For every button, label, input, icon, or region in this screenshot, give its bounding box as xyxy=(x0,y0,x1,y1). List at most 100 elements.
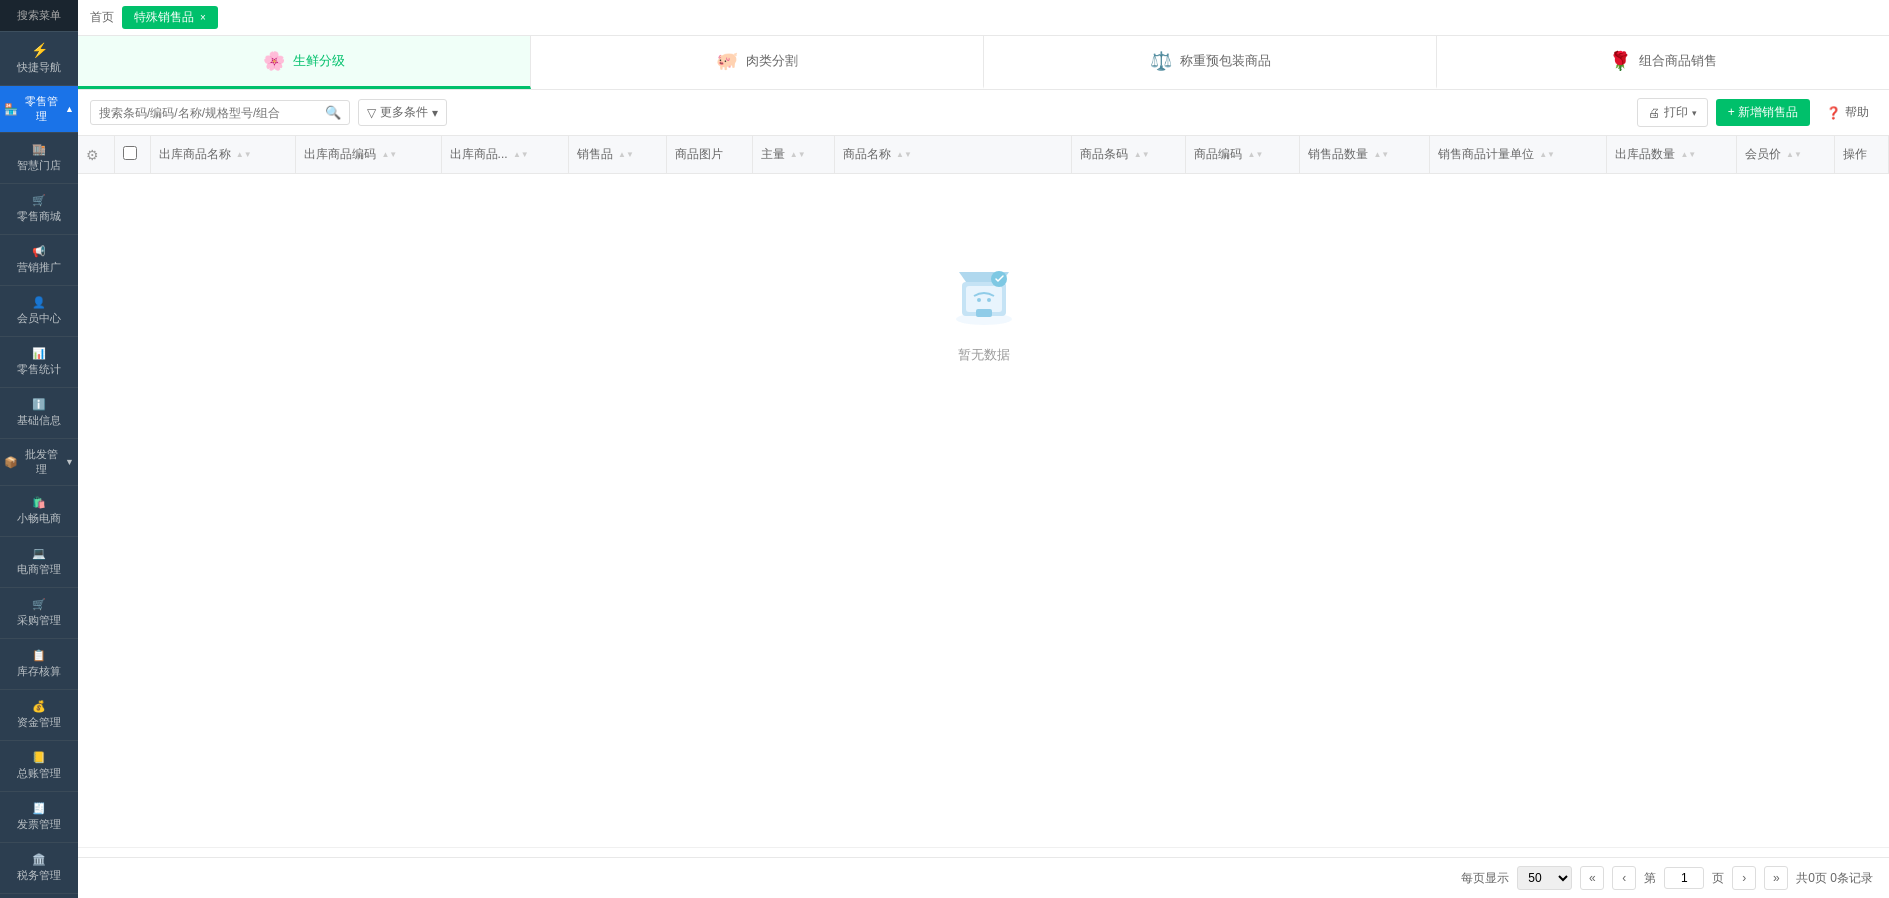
purchase-mgmt-icon: 🛒 xyxy=(32,598,46,611)
wholesale-mgmt-icon: 📦 xyxy=(4,456,18,469)
sidebar-item-retail-mgmt[interactable]: 🏪 零售管理 ▲ xyxy=(0,86,78,133)
sidebar-item-retail-stats[interactable]: 📊 零售统计 xyxy=(0,337,78,388)
sort-goods-code[interactable]: ▲▼ xyxy=(1248,150,1264,159)
horizontal-scrollbar[interactable] xyxy=(78,847,1889,857)
sidebar-item-wholesale-mgmt[interactable]: 📦 批发管理 ▼ xyxy=(0,439,78,486)
col-goods-image: 商品图片 xyxy=(666,136,752,174)
close-tab-button[interactable]: × xyxy=(200,12,206,23)
search-box: 🔍 xyxy=(90,100,350,125)
tax-mgmt-icon: 🏛️ xyxy=(32,853,46,866)
first-page-icon: « xyxy=(1589,871,1596,885)
sidebar: 搜索菜单 ⚡ 快捷导航 🏪 零售管理 ▲ 🏬 智慧门店 🛒 零售商城 📢 营销推… xyxy=(0,0,78,898)
toolbar: 🔍 ▽ 更多条件 ▾ 🖨 打印 ▾ + 新增销售品 ❓ 帮助 xyxy=(78,90,1889,136)
type-tabs: 🌸 生鲜分级 🐖 肉类分割 ⚖️ 称重预包装商品 🌹 组合商品销售 xyxy=(78,36,1889,90)
total-records: 共0页 0条记录 xyxy=(1796,870,1873,887)
col-settings: ⚙ xyxy=(78,136,114,174)
col-out-goods-code: 出库商品编码 ▲▼ xyxy=(296,136,442,174)
col-sales-goods: 销售品 ▲▼ xyxy=(568,136,666,174)
svg-rect-2 xyxy=(966,286,1002,312)
retail-stats-icon: 📊 xyxy=(32,347,46,360)
fresh-grade-label: 生鲜分级 xyxy=(293,52,345,70)
sales-promo-icon: 📢 xyxy=(32,245,46,258)
print-icon: 🖨 xyxy=(1648,106,1660,120)
col-weight: 主量 ▲▼ xyxy=(752,136,834,174)
sort-sales-goods[interactable]: ▲▼ xyxy=(618,150,634,159)
sidebar-item-retail-mall[interactable]: 🛒 零售商城 xyxy=(0,184,78,235)
active-tab-label: 特殊销售品 xyxy=(134,9,194,26)
sort-out-qty[interactable]: ▲▼ xyxy=(1680,150,1696,159)
last-page-icon: » xyxy=(1773,871,1780,885)
prev-page-icon: ‹ xyxy=(1622,871,1626,885)
col-barcode: 商品条码 ▲▼ xyxy=(1072,136,1186,174)
tab-meat-cut[interactable]: 🐖 肉类分割 xyxy=(531,36,984,89)
sort-weight[interactable]: ▲▼ xyxy=(790,150,806,159)
meat-cut-label: 肉类分割 xyxy=(746,52,798,70)
sidebar-item-general-ledger[interactable]: 📒 总账管理 xyxy=(0,741,78,792)
sidebar-item-ecom-mgmt[interactable]: 💻 电商管理 xyxy=(0,537,78,588)
filter-arrow-icon: ▾ xyxy=(432,106,438,120)
sidebar-item-member-center[interactable]: 👤 会员中心 xyxy=(0,286,78,337)
home-link[interactable]: 首页 xyxy=(90,9,114,26)
sidebar-item-tax-mgmt[interactable]: 🏛️ 税务管理 xyxy=(0,843,78,894)
sidebar-item-purchase-mgmt[interactable]: 🛒 采购管理 xyxy=(0,588,78,639)
weighed-prepack-icon: ⚖️ xyxy=(1150,50,1172,72)
select-all-checkbox[interactable] xyxy=(123,146,137,160)
search-input[interactable] xyxy=(99,106,319,120)
pagination: 每页显示 10 20 50 100 « ‹ 第 页 › » 共0页 0条记录 xyxy=(78,857,1889,898)
sidebar-item-quick-nav[interactable]: ⚡ 快捷导航 xyxy=(0,32,78,86)
per-page-select[interactable]: 10 20 50 100 xyxy=(1517,866,1572,890)
sidebar-item-sales-promo[interactable]: 📢 营销推广 xyxy=(0,235,78,286)
tab-fresh-grade[interactable]: 🌸 生鲜分级 xyxy=(78,36,531,89)
sidebar-item-smart-store[interactable]: 🏬 智慧门店 xyxy=(0,133,78,184)
new-sales-item-button[interactable]: + 新增销售品 xyxy=(1716,99,1810,126)
help-icon: ❓ xyxy=(1826,106,1841,120)
col-goods-code: 商品编码 ▲▼ xyxy=(1186,136,1300,174)
toolbar-right: 🖨 打印 ▾ + 新增销售品 ❓ 帮助 xyxy=(1637,98,1877,127)
page-label: 第 xyxy=(1644,870,1656,887)
sort-out-goods-spec[interactable]: ▲▼ xyxy=(513,150,529,159)
tab-combo-sales[interactable]: 🌹 组合商品销售 xyxy=(1437,36,1889,89)
sidebar-item-basic-info[interactable]: ℹ️ 基础信息 xyxy=(0,388,78,439)
ecom-mgmt-icon: 💻 xyxy=(32,547,46,560)
next-page-button[interactable]: › xyxy=(1732,866,1756,890)
mini-ecom-icon: 🛍️ xyxy=(32,496,46,509)
empty-text: 暂无数据 xyxy=(958,346,1010,364)
sidebar-item-mini-ecom[interactable]: 🛍️ 小畅电商 xyxy=(0,486,78,537)
page-number-input[interactable] xyxy=(1664,867,1704,889)
weighed-prepack-label: 称重预包装商品 xyxy=(1180,52,1271,70)
first-page-button[interactable]: « xyxy=(1580,866,1604,890)
sidebar-item-invoice-mgmt[interactable]: 🧾 发票管理 xyxy=(0,792,78,843)
last-page-button[interactable]: » xyxy=(1764,866,1788,890)
next-page-icon: › xyxy=(1742,871,1746,885)
search-icon[interactable]: 🔍 xyxy=(325,105,341,120)
sort-goods-name[interactable]: ▲▼ xyxy=(896,150,912,159)
sort-out-goods-name[interactable]: ▲▼ xyxy=(236,150,252,159)
sort-member-price[interactable]: ▲▼ xyxy=(1786,150,1802,159)
col-checkbox xyxy=(114,136,150,174)
sort-sales-qty[interactable]: ▲▼ xyxy=(1373,150,1389,159)
sort-sales-unit[interactable]: ▲▼ xyxy=(1539,150,1555,159)
wholesale-mgmt-arrow: ▼ xyxy=(65,457,74,467)
topbar: 首页 特殊销售品 × xyxy=(78,0,1889,36)
sidebar-item-finance[interactable]: 💰 资金管理 xyxy=(0,690,78,741)
print-button[interactable]: 🖨 打印 ▾ xyxy=(1637,98,1708,127)
sort-barcode[interactable]: ▲▼ xyxy=(1134,150,1150,159)
prev-page-button[interactable]: ‹ xyxy=(1612,866,1636,890)
column-settings-icon[interactable]: ⚙ xyxy=(86,147,99,163)
filter-button[interactable]: ▽ 更多条件 ▾ xyxy=(358,99,447,126)
sidebar-item-fixed-assets[interactable]: 🏢 固定资产 xyxy=(0,894,78,898)
tab-weighed-prepack[interactable]: ⚖️ 称重预包装商品 xyxy=(984,36,1437,89)
data-table: ⚙ 出库商品名称 ▲▼ 出库商品编码 ▲▼ 出库商品... xyxy=(78,136,1889,174)
col-operation: 操作 xyxy=(1834,136,1888,174)
active-tab[interactable]: 特殊销售品 × xyxy=(122,6,218,29)
sidebar-item-inventory[interactable]: 📋 库存核算 xyxy=(0,639,78,690)
filter-icon: ▽ xyxy=(367,106,376,120)
print-arrow-icon: ▾ xyxy=(1692,108,1697,118)
col-sales-qty: 销售品数量 ▲▼ xyxy=(1300,136,1430,174)
sort-out-goods-code[interactable]: ▲▼ xyxy=(381,150,397,159)
col-goods-name: 商品名称 ▲▼ xyxy=(834,136,1072,174)
svg-point-4 xyxy=(987,298,991,302)
sidebar-search-menu[interactable]: 搜索菜单 xyxy=(0,0,78,32)
fresh-grade-icon: 🌸 xyxy=(263,50,285,72)
help-button[interactable]: ❓ 帮助 xyxy=(1818,99,1877,126)
